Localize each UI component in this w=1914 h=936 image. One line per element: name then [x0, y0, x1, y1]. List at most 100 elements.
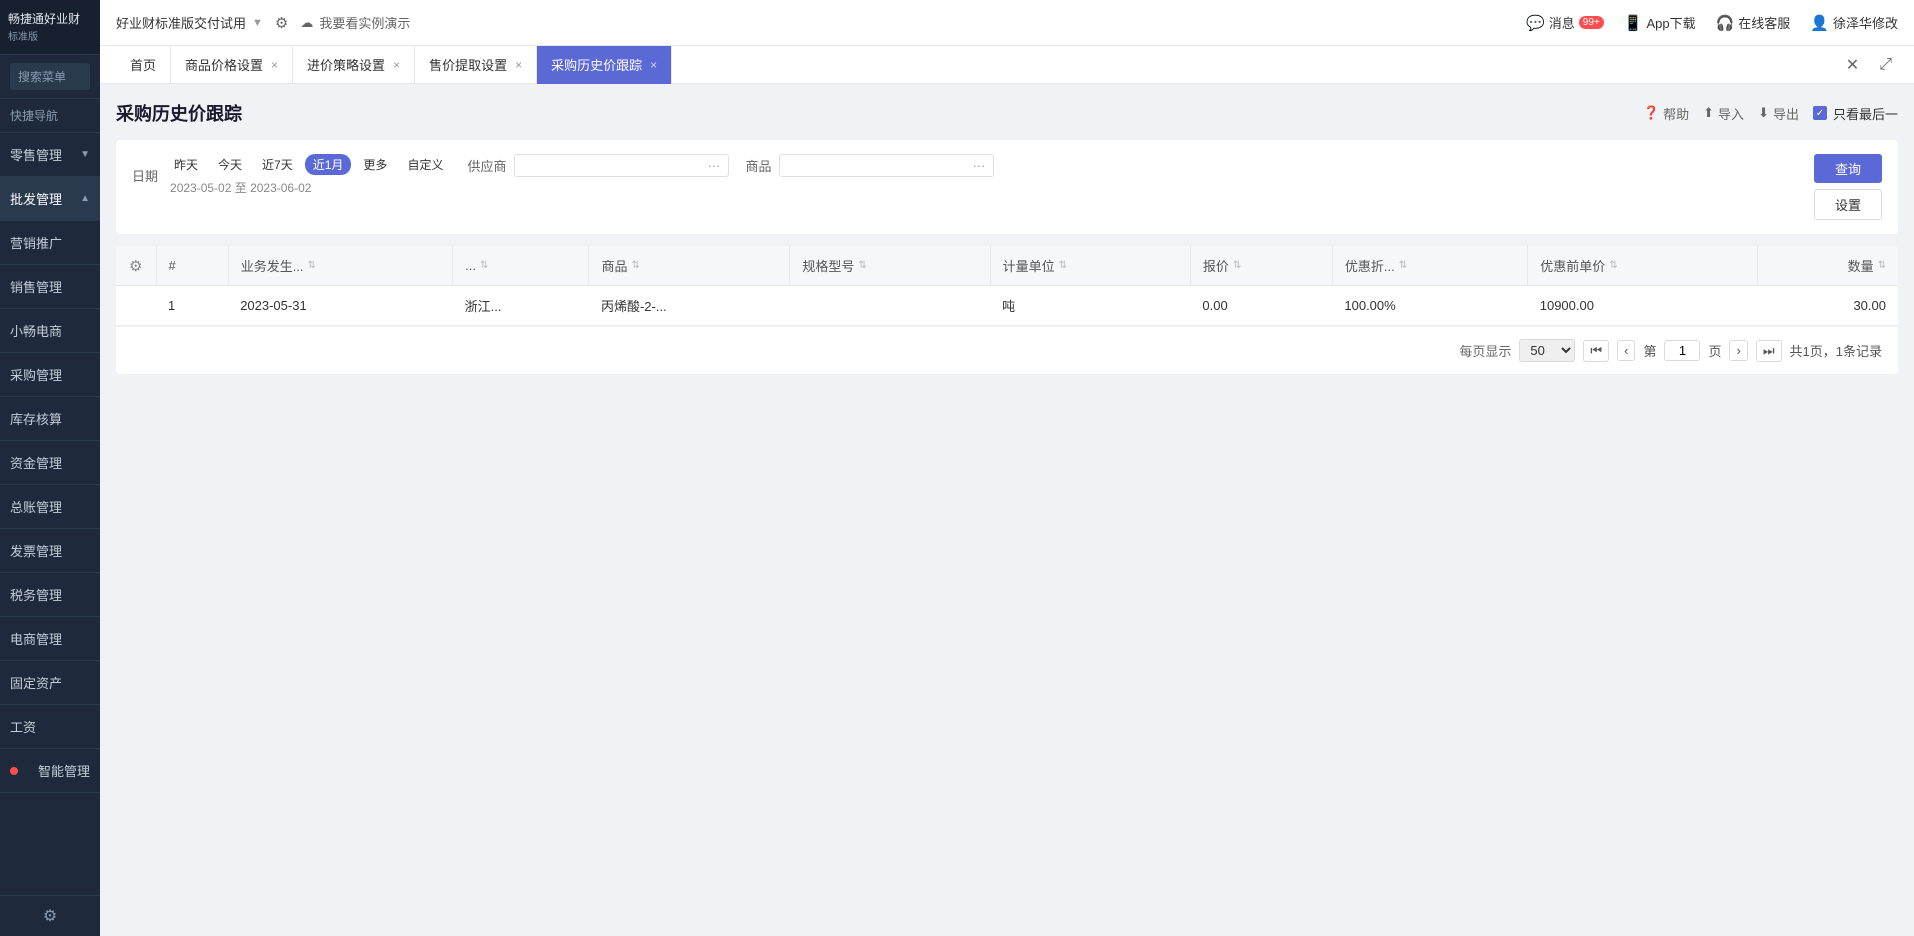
version-selector[interactable]: 好业财标准版交付试用 ▼ [116, 13, 263, 32]
query-button[interactable]: 查询 [1814, 154, 1882, 183]
goods-input[interactable] [788, 158, 964, 173]
tab-history-price[interactable]: 采购历史价跟踪 × [537, 46, 672, 84]
user-label: 徐泽华修改 [1833, 13, 1898, 32]
goods-input-wrap: ··· [779, 154, 994, 177]
app-download-button[interactable]: 📱 App下载 [1624, 13, 1696, 32]
date-btn-1month[interactable]: 近1月 [305, 154, 352, 175]
tab-sale-price[interactable]: 售价提取设置 × [415, 46, 537, 84]
col-unit: 计量单位 ⇅ [990, 246, 1190, 286]
close-icon[interactable]: × [393, 58, 400, 72]
close-icon[interactable]: × [515, 58, 522, 72]
row-index-cell: 1 [156, 286, 228, 326]
sidebar-item-sales[interactable]: 销售管理 [0, 265, 100, 309]
date-btn-today[interactable]: 今天 [210, 154, 250, 175]
quantity-sort[interactable]: 数量 ⇅ [1848, 256, 1886, 275]
help-link[interactable]: ❓ 帮助 [1643, 104, 1689, 123]
search-menu-button[interactable]: 搜索菜单 [10, 63, 90, 90]
sidebar-item-asset[interactable]: 固定资产 [0, 661, 100, 705]
maximize-window-button[interactable]: ⤢ [1873, 54, 1898, 76]
sidebar-item-inventory[interactable]: 库存核算 [0, 397, 100, 441]
sidebar-item-wholesale[interactable]: 批发管理 ▲ [0, 177, 100, 221]
only-last-checkbox-label[interactable]: ✓ 只看最后一 [1813, 104, 1898, 123]
sidebar-item-ledger[interactable]: 总账管理 [0, 485, 100, 529]
sidebar-quicknav[interactable]: 快捷导航 [0, 99, 100, 133]
sidebar-item-wholesale-label: 批发管理 [10, 189, 62, 208]
sort-icon: ⇅ [1233, 260, 1241, 271]
goods-sort[interactable]: 商品 ⇅ [601, 256, 639, 275]
import-link[interactable]: ⬆ 导入 [1703, 104, 1744, 123]
col-goods-label: 商品 [601, 256, 627, 275]
sidebar-item-ecom-small[interactable]: 小畅电商 [0, 309, 100, 353]
col-discount-label: 优惠折... [1345, 256, 1395, 275]
date-btn-7days[interactable]: 近7天 [254, 154, 301, 175]
tab-home[interactable]: 首页 [116, 46, 171, 84]
supplier-more-icon[interactable]: ··· [707, 158, 720, 173]
row-gear-cell [116, 286, 156, 326]
goods-filter-label: 商品 [745, 156, 771, 175]
page-number-input[interactable] [1664, 340, 1700, 361]
per-page-select[interactable]: 50 10 20 100 [1519, 339, 1575, 362]
next-page-button[interactable]: › [1729, 340, 1747, 361]
notification-dot [10, 767, 18, 775]
sidebar-item-payroll[interactable]: 工资 [0, 705, 100, 749]
close-window-button[interactable]: ✕ [1840, 53, 1865, 77]
sort-icon: ⇅ [480, 260, 488, 271]
col-spec: 规格型号 ⇅ [790, 246, 990, 286]
tab-price[interactable]: 商品价格设置 × [171, 46, 293, 84]
sidebar-item-smart[interactable]: 智能管理 [0, 749, 100, 793]
tab-price-label: 商品价格设置 [185, 55, 263, 74]
settings-button[interactable]: 设置 [1814, 189, 1882, 220]
close-icon[interactable]: × [650, 58, 657, 72]
export-icon: ⬇ [1758, 105, 1769, 121]
unit-sort[interactable]: 计量单位 ⇅ [1003, 256, 1067, 275]
date-btn-more[interactable]: 更多 [355, 154, 395, 175]
row-unit-cell: 吨 [990, 286, 1190, 326]
prev-page-button[interactable]: ‹ [1617, 340, 1635, 361]
only-last-checkbox[interactable]: ✓ [1813, 106, 1827, 120]
topbar-settings-icon[interactable]: ⚙ [275, 14, 288, 32]
pre-discount-sort[interactable]: 优惠前单价 ⇅ [1540, 256, 1617, 275]
sidebar: 畅捷通好业财 标准版 搜索菜单 快捷导航 零售管理 ▼ 批发管理 ▲ 营销推广 … [0, 0, 100, 936]
last-page-button[interactable]: ⏭ [1756, 340, 1782, 362]
export-link[interactable]: ⬇ 导出 [1758, 104, 1799, 123]
sidebar-item-marketing[interactable]: 营销推广 [0, 221, 100, 265]
tab-sale-price-label: 售价提取设置 [429, 55, 507, 74]
date-btn-custom[interactable]: 自定义 [399, 154, 451, 175]
tab-strategy[interactable]: 进价策略设置 × [293, 46, 415, 84]
sidebar-item-sales-label: 销售管理 [10, 277, 62, 296]
close-icon[interactable]: × [271, 58, 278, 72]
price-sort[interactable]: 报价 ⇅ [1203, 256, 1241, 275]
supplier-filter-label: 供应商 [467, 156, 506, 175]
table-row: 1 2023-05-31 浙江... 丙烯酸-2-... 吨 0.00 100.… [116, 286, 1898, 326]
col-biz-date: 业务发生... ⇅ [228, 246, 452, 286]
topbar-right: 💬 消息 99+ 📱 App下载 🎧 在线客服 👤 徐泽华修改 [1526, 13, 1898, 32]
online-service-button[interactable]: 🎧 在线客服 [1716, 13, 1791, 32]
tabbar-end: ✕ ⤢ [1840, 53, 1898, 77]
supplier-input[interactable] [523, 158, 699, 173]
goods-more-icon[interactable]: ··· [972, 158, 985, 173]
more-sort[interactable]: ... ⇅ [465, 258, 488, 273]
col-gear: ⚙ [116, 246, 156, 286]
sidebar-item-tax[interactable]: 税务管理 [0, 573, 100, 617]
sidebar-item-ecom-small-label: 小畅电商 [10, 321, 62, 340]
sidebar-item-retail[interactable]: 零售管理 ▼ [0, 133, 100, 177]
sidebar-item-purchase[interactable]: 采购管理 [0, 353, 100, 397]
settings-icon[interactable]: ⚙ [43, 906, 57, 926]
discount-sort[interactable]: 优惠折... ⇅ [1345, 256, 1407, 275]
sidebar-item-ecom[interactable]: 电商管理 [0, 617, 100, 661]
app-download-label: App下载 [1646, 13, 1695, 32]
user-profile-button[interactable]: 👤 徐泽华修改 [1810, 13, 1898, 32]
topbar-left: 好业财标准版交付试用 ▼ ⚙ ☁ 我要看实例演示 [116, 13, 410, 32]
biz-date-sort[interactable]: 业务发生... ⇅ [241, 256, 316, 275]
message-button[interactable]: 💬 消息 99+ [1526, 13, 1604, 32]
date-btn-yesterday[interactable]: 昨天 [166, 154, 206, 175]
tab-history-price-label: 采购历史价跟踪 [551, 55, 642, 74]
first-page-button[interactable]: ⏮ [1583, 340, 1609, 362]
column-settings-icon[interactable]: ⚙ [129, 258, 142, 275]
sidebar-item-finance[interactable]: 资金管理 [0, 441, 100, 485]
help-label: 帮助 [1663, 104, 1689, 123]
spec-sort[interactable]: 规格型号 ⇅ [802, 256, 866, 275]
sidebar-item-finance-label: 资金管理 [10, 453, 62, 472]
sidebar-item-invoice[interactable]: 发票管理 [0, 529, 100, 573]
demo-button[interactable]: ☁ 我要看实例演示 [300, 13, 410, 32]
